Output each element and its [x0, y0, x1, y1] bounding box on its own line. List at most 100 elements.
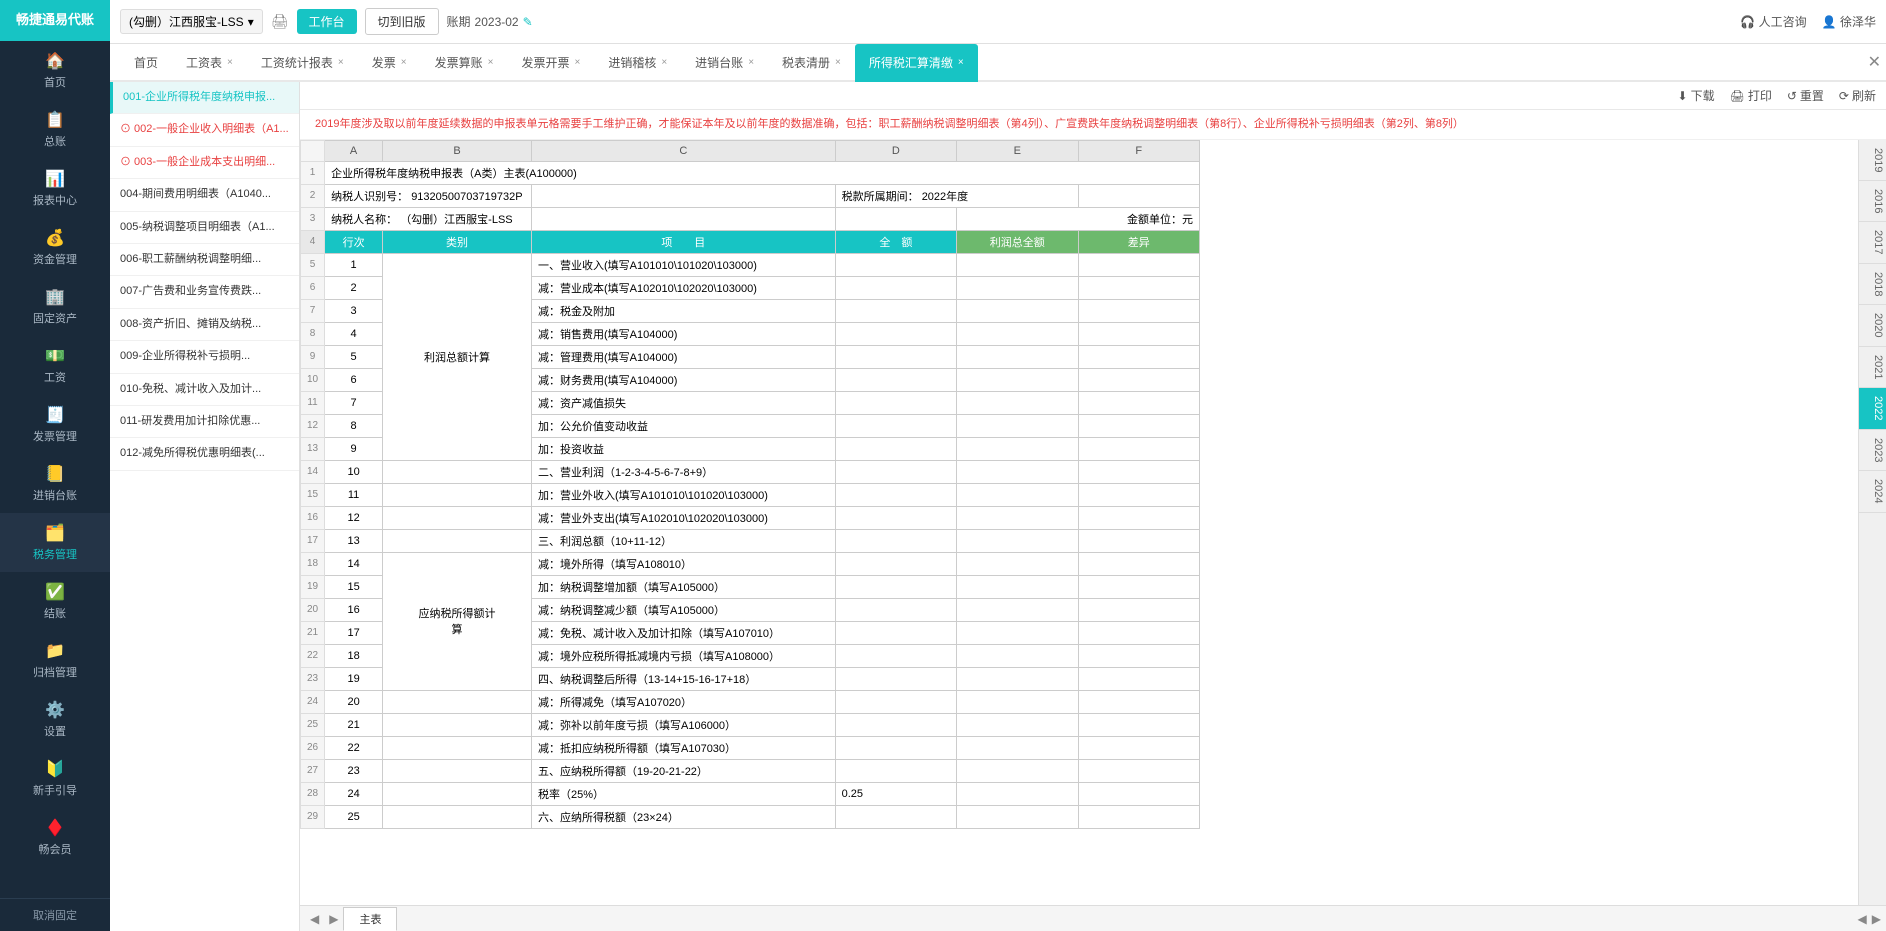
list-item-012[interactable]: 012-减免所得税优惠明细表(...	[110, 438, 299, 470]
sidebar-item-ledger[interactable]: 📋 总账	[0, 100, 110, 159]
year-2019[interactable]: 2019	[1859, 140, 1886, 181]
refresh-button[interactable]: ⟳ 刷新	[1839, 87, 1876, 104]
tab-close-income-tax[interactable]: ×	[958, 57, 964, 68]
edit-icon[interactable]: ✎	[523, 15, 533, 29]
table-row[interactable]: 29 25 六、应纳所得税额（23×24）	[301, 805, 1200, 828]
list-item-007[interactable]: 007-广告费和业务宣传费跌...	[110, 276, 299, 308]
topbar: (勾删）江西服宝-LSS ▾ 🖨 工作台 切到旧版 账期 2023-02 ✎ 🎧…	[110, 0, 1886, 44]
tab-purchase-book[interactable]: 进销台账 ×	[681, 44, 768, 82]
tab-purchase-audit[interactable]: 进销稽核 ×	[594, 44, 681, 82]
table-row[interactable]: 24 20 减：所得减免（填写A107020）	[301, 690, 1200, 713]
tab-salary[interactable]: 工资表 ×	[172, 44, 247, 82]
accounting-period: 账期 2023-02 ✎	[447, 13, 533, 30]
scroll-left-icon[interactable]: ◀	[1858, 912, 1867, 926]
switch-version-button[interactable]: 切到旧版	[365, 8, 439, 35]
tab-invoice-calc[interactable]: 发票算账 ×	[421, 44, 508, 82]
tab-tax-list[interactable]: 税表清册 ×	[768, 44, 855, 82]
list-item-005[interactable]: 005-纳税调整项目明细表（A1...	[110, 212, 299, 244]
table-row[interactable]: 26 22 减：抵扣应纳税所得额（填写A107030）	[301, 736, 1200, 759]
table-row[interactable]: 15 11 加：营业外收入(填写A101010\101020\103000)	[301, 483, 1200, 506]
tab-close-invoice-open[interactable]: ×	[574, 57, 580, 68]
list-item-010[interactable]: 010-免税、减计收入及加计...	[110, 374, 299, 406]
close-all-icon[interactable]: ✕	[1868, 52, 1881, 72]
tab-income-tax[interactable]: 所得税汇算清缴 ×	[855, 44, 978, 82]
year-2018[interactable]: 2018	[1859, 264, 1886, 305]
table-row[interactable]: 25 21 减：弥补以前年度亏损（填写A106000）	[301, 713, 1200, 736]
reset-button[interactable]: ↺ 重置	[1787, 87, 1824, 104]
reports-icon: 📊	[45, 169, 65, 189]
tab-invoice-open[interactable]: 发票开票 ×	[507, 44, 594, 82]
warning-bar: 2019年度涉及取以前年度延续数据的申报表单元格需要手工维护正确，才能保证本年及…	[300, 110, 1886, 140]
sidebar-item-home[interactable]: 🏠 首页	[0, 41, 110, 100]
sidebar-item-salary[interactable]: 💵 工资	[0, 336, 110, 395]
list-item-008[interactable]: 008-资产折旧、摊销及纳税...	[110, 309, 299, 341]
sidebar-item-archive[interactable]: 📁 归档管理	[0, 631, 110, 690]
sidebar-item-tax[interactable]: 🗂️ 税务管理	[0, 513, 110, 572]
list-item-009[interactable]: 009-企业所得税补亏损明...	[110, 341, 299, 373]
next-tab-arrow[interactable]: ▶	[324, 910, 343, 928]
tab-salary-stats[interactable]: 工资统计报表 ×	[247, 44, 358, 82]
company-label: (勾删）江西服宝-LSS	[129, 13, 244, 30]
list-item-002[interactable]: ⊙ 002-一般企业收入明细表（A1...	[110, 114, 299, 146]
table-row[interactable]: 14 10 二、营业利润（1-2-3-4-5-6-7-8+9）	[301, 460, 1200, 483]
print-button[interactable]: 🖨 打印	[1730, 87, 1772, 104]
year-2024[interactable]: 2024	[1859, 471, 1886, 512]
workspace-button[interactable]: 工作台	[297, 9, 357, 34]
user-info[interactable]: 👤 徐泽华	[1822, 13, 1876, 30]
col-A: A	[325, 140, 383, 161]
table-area: A B C D E F 1 企业所	[300, 140, 1886, 906]
table-row[interactable]: 16 12 减：营业外支出(填写A102010\102020\103000)	[301, 506, 1200, 529]
year-2020[interactable]: 2020	[1859, 305, 1886, 346]
sheet-panel: ⬇ 下载 🖨 打印 ↺ 重置 ⟳ 刷新 2019年度涉及取以前年度延续数据的申报…	[300, 82, 1886, 931]
list-item-006[interactable]: 006-职工薪酬纳税调整明细...	[110, 244, 299, 276]
table-row[interactable]: 27 23 五、应纳税所得额（19-20-21-22）	[301, 759, 1200, 782]
bottom-tab-main[interactable]: 主表	[343, 907, 397, 931]
year-2016[interactable]: 2016	[1859, 181, 1886, 222]
year-2022[interactable]: 2022	[1859, 388, 1886, 429]
sidebar-item-invoices[interactable]: 🧾 发票管理	[0, 395, 110, 454]
table-row[interactable]: 28 24 税率（25%） 0.25	[301, 782, 1200, 805]
tab-close-salary-stats[interactable]: ×	[338, 57, 344, 68]
sidebar-item-funds[interactable]: 💰 资金管理	[0, 218, 110, 277]
company-selector[interactable]: (勾删）江西服宝-LSS ▾	[120, 9, 263, 34]
tab-close-invoice[interactable]: ×	[401, 57, 407, 68]
list-item-004[interactable]: 004-期间费用明细表（A1040...	[110, 179, 299, 211]
sidebar-item-reports[interactable]: 📊 报表中心	[0, 159, 110, 218]
list-item-003[interactable]: ⊙ 003-一般企业成本支出明细...	[110, 147, 299, 179]
tab-close-invoice-calc[interactable]: ×	[488, 57, 494, 68]
tab-close-purchase-book[interactable]: ×	[748, 57, 754, 68]
download-button[interactable]: ⬇ 下载	[1678, 87, 1715, 104]
list-item-001[interactable]: 001-企业所得税年度纳税申报...	[110, 82, 299, 114]
sidebar-logo: 畅捷通易代账	[0, 0, 110, 41]
ledger-icon: 📋	[45, 110, 65, 130]
prev-tab-arrow[interactable]: ◀	[305, 910, 324, 928]
sidebar-item-assets[interactable]: 🏢 固定资产	[0, 277, 110, 336]
list-item-011[interactable]: 011-研发费用加计扣除优惠...	[110, 406, 299, 438]
print-icon: 🖨	[271, 13, 289, 30]
year-2017[interactable]: 2017	[1859, 222, 1886, 263]
year-2021[interactable]: 2021	[1859, 347, 1886, 388]
service-label[interactable]: 🎧 人工咨询	[1740, 13, 1806, 30]
spreadsheet-container[interactable]: A B C D E F 1 企业所	[300, 140, 1858, 906]
scroll-right-icon[interactable]: ▶	[1872, 912, 1881, 926]
table-row[interactable]: 18 14 应纳税所得额计算 减：境外所得（填写A108010）	[301, 552, 1200, 575]
sidebar-item-settings[interactable]: ⚙️ 设置	[0, 690, 110, 749]
content-area: 001-企业所得税年度纳税申报... ⊙ 002-一般企业收入明细表（A1...…	[110, 82, 1886, 931]
refresh-icon: ⟳	[1839, 89, 1849, 103]
tax-icon: 🗂️	[45, 523, 65, 543]
archive-icon: 📁	[45, 641, 65, 661]
sidebar-item-stockbook[interactable]: 📒 进销台账	[0, 454, 110, 513]
sidebar-item-guide[interactable]: 🔰 新手引导	[0, 749, 110, 808]
table-row[interactable]: 5 1 利润总额计算 一、营业收入(填写A101010\101020\10300…	[301, 253, 1200, 276]
table-row[interactable]: 17 13 三、利润总额（10+11-12）	[301, 529, 1200, 552]
year-2023[interactable]: 2023	[1859, 430, 1886, 471]
tab-home[interactable]: 首页	[120, 44, 172, 82]
home-icon: 🏠	[45, 51, 65, 71]
sidebar-item-close[interactable]: ✅ 结账	[0, 572, 110, 631]
tab-close-salary[interactable]: ×	[227, 57, 233, 68]
tab-close-tax-list[interactable]: ×	[835, 57, 841, 68]
tab-close-purchase-audit[interactable]: ×	[661, 57, 667, 68]
sidebar-item-member[interactable]: ♦️ 畅会员	[0, 808, 110, 867]
sidebar-cancel-fixed[interactable]: 取消固定	[0, 898, 110, 931]
tab-invoice[interactable]: 发票 ×	[358, 44, 421, 82]
